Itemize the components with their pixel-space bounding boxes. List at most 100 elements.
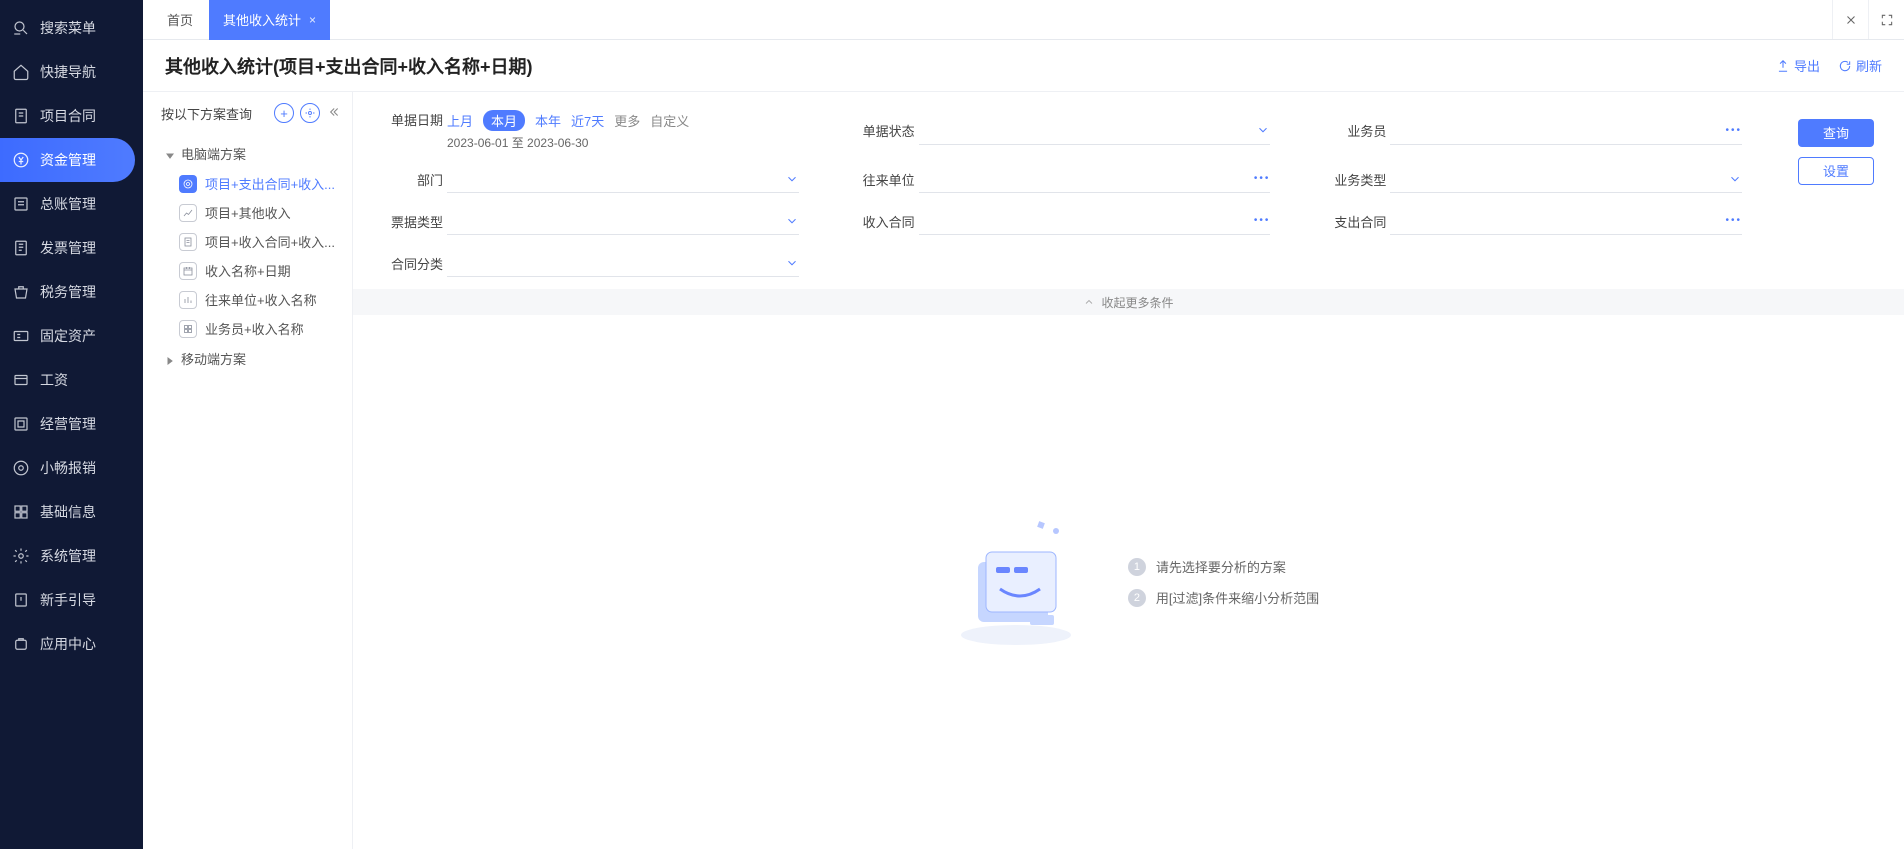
scheme-leaf-label: 收入名称+日期 bbox=[205, 261, 291, 280]
field-label: 业务类型 bbox=[1326, 170, 1386, 189]
date-preset-more[interactable]: 更多 bbox=[614, 111, 640, 130]
scheme-tree: 电脑端方案 项目+支出合同+收入... 项目+其他收入 项目+收入合同+收入..… bbox=[143, 134, 352, 378]
scheme-group-desktop[interactable]: 电脑端方案 bbox=[143, 138, 352, 169]
query-button[interactable]: 查询 bbox=[1798, 119, 1874, 147]
scheme-leaf[interactable]: 收入名称+日期 bbox=[143, 256, 352, 285]
sidebar: 搜索菜单 快捷导航 项目合同 资金管理 总账管理 发票管理 税务管理 固定资产 bbox=[0, 0, 143, 849]
sidebar-label: 经营管理 bbox=[40, 414, 96, 434]
field-expense-contract: 支出合同 bbox=[1326, 207, 1742, 235]
scheme-leaf[interactable]: 业务员+收入名称 bbox=[143, 314, 352, 343]
refresh-button[interactable]: 刷新 bbox=[1838, 56, 1882, 75]
refresh-icon bbox=[1838, 59, 1852, 73]
expense-contract-picker[interactable] bbox=[1390, 207, 1742, 235]
sidebar-item-search[interactable]: 搜索菜单 bbox=[0, 6, 143, 50]
search-icon bbox=[12, 19, 30, 37]
page-title: 其他收入统计(项目+支出合同+收入名称+日期) bbox=[165, 53, 533, 79]
manage-icon bbox=[12, 415, 30, 433]
scheme-group-label: 电脑端方案 bbox=[181, 144, 246, 163]
scheme-leaf-label: 项目+其他收入 bbox=[205, 203, 291, 222]
tab-label: 首页 bbox=[167, 10, 193, 29]
tax-icon bbox=[12, 283, 30, 301]
base-icon bbox=[12, 503, 30, 521]
sidebar-label: 固定资产 bbox=[40, 326, 96, 346]
scheme-panel: 按以下方案查询 + 电脑端方案 项目+支出合同+收入... bbox=[143, 92, 353, 849]
sidebar-item-expense[interactable]: 小畅报销 bbox=[0, 446, 143, 490]
sidebar-item-invoice[interactable]: 发票管理 bbox=[0, 226, 143, 270]
field-contract-type: 合同分类 bbox=[383, 249, 799, 277]
salesman-picker[interactable] bbox=[1390, 117, 1742, 145]
sidebar-item-ledger[interactable]: 总账管理 bbox=[0, 182, 143, 226]
date-preset[interactable]: 上月 bbox=[447, 111, 473, 130]
field-label: 业务员 bbox=[1326, 121, 1386, 140]
export-button[interactable]: 导出 bbox=[1776, 56, 1820, 75]
tab-home[interactable]: 首页 bbox=[153, 0, 207, 40]
target-icon bbox=[179, 175, 197, 193]
income-contract-picker[interactable] bbox=[919, 207, 1271, 235]
sidebar-item-manage[interactable]: 经营管理 bbox=[0, 402, 143, 446]
date-preset[interactable]: 近7天 bbox=[571, 111, 604, 130]
date-range-text: 2023-06-01 至 2023-06-30 bbox=[447, 134, 799, 151]
field-biztype: 业务类型 bbox=[1326, 165, 1742, 193]
dept-select[interactable] bbox=[447, 165, 799, 193]
sidebar-item-apps[interactable]: 应用中心 bbox=[0, 622, 143, 666]
sidebar-item-tax[interactable]: 税务管理 bbox=[0, 270, 143, 314]
scheme-leaf[interactable]: 项目+其他收入 bbox=[143, 198, 352, 227]
sidebar-label: 快捷导航 bbox=[40, 62, 96, 82]
ticket-type-select[interactable] bbox=[447, 207, 799, 235]
field-income-contract: 收入合同 bbox=[855, 207, 1271, 235]
sidebar-label: 项目合同 bbox=[40, 106, 96, 126]
field-partner: 往来单位 bbox=[855, 165, 1271, 193]
sidebar-item-asset[interactable]: 固定资产 bbox=[0, 314, 143, 358]
sidebar-item-salary[interactable]: 工资 bbox=[0, 358, 143, 402]
scheme-leaf-label: 往来单位+收入名称 bbox=[205, 290, 317, 309]
sidebar-item-funds[interactable]: 资金管理 bbox=[0, 138, 135, 182]
settings-button[interactable]: 设置 bbox=[1798, 157, 1874, 185]
field-label: 票据类型 bbox=[383, 212, 443, 231]
add-scheme-button[interactable]: + bbox=[274, 103, 294, 123]
date-preset[interactable]: 本年 bbox=[535, 111, 561, 130]
partner-picker[interactable] bbox=[919, 165, 1271, 193]
bill-status-select[interactable] bbox=[919, 117, 1271, 145]
sidebar-item-guide[interactable]: 新手引导 bbox=[0, 578, 143, 622]
sidebar-item-quicknav[interactable]: 快捷导航 bbox=[0, 50, 143, 94]
biztype-select[interactable] bbox=[1390, 165, 1742, 193]
empty-step-1: 请先选择要分析的方案 bbox=[1156, 557, 1286, 576]
refresh-label: 刷新 bbox=[1856, 56, 1882, 75]
fullscreen-button[interactable] bbox=[1868, 0, 1904, 39]
chevron-down-icon bbox=[785, 214, 799, 228]
sidebar-item-system[interactable]: 系统管理 bbox=[0, 534, 143, 578]
sidebar-label: 税务管理 bbox=[40, 282, 96, 302]
sidebar-label: 资金管理 bbox=[40, 150, 96, 170]
contract-type-select[interactable] bbox=[447, 249, 799, 277]
sidebar-label: 基础信息 bbox=[40, 502, 96, 522]
sidebar-label: 总账管理 bbox=[40, 194, 96, 214]
tab-label: 其他收入统计 bbox=[223, 10, 301, 29]
scheme-leaf-label: 项目+支出合同+收入... bbox=[205, 174, 335, 193]
field-salesman: 业务员 bbox=[1326, 117, 1742, 145]
scheme-group-mobile[interactable]: 移动端方案 bbox=[143, 343, 352, 374]
step-number: 2 bbox=[1128, 589, 1146, 607]
field-label: 部门 bbox=[383, 170, 443, 189]
close-all-button[interactable] bbox=[1832, 0, 1868, 39]
scheme-settings-button[interactable] bbox=[300, 103, 320, 123]
scheme-leaf[interactable]: 项目+支出合同+收入... bbox=[143, 169, 352, 198]
collapse-filters-button[interactable]: 收起更多条件 bbox=[353, 289, 1904, 315]
sidebar-item-base[interactable]: 基础信息 bbox=[0, 490, 143, 534]
bars-icon bbox=[179, 291, 197, 309]
chevron-down-icon bbox=[785, 172, 799, 186]
calendar-icon bbox=[179, 262, 197, 280]
tab-other-income-stats[interactable]: 其他收入统计 × bbox=[209, 0, 330, 40]
scheme-leaf[interactable]: 往来单位+收入名称 bbox=[143, 285, 352, 314]
salary-icon bbox=[12, 371, 30, 389]
collapse-panel-button[interactable] bbox=[326, 105, 340, 122]
export-icon bbox=[1776, 59, 1790, 73]
collapse-label: 收起更多条件 bbox=[1101, 294, 1173, 311]
sidebar-item-contract[interactable]: 项目合同 bbox=[0, 94, 143, 138]
tab-bar: 首页 其他收入统计 × bbox=[143, 0, 1904, 40]
date-preset-selected[interactable]: 本月 bbox=[483, 110, 525, 131]
chevron-down-icon bbox=[785, 256, 799, 270]
close-icon[interactable]: × bbox=[309, 14, 316, 26]
date-preset-custom[interactable]: 自定义 bbox=[650, 111, 689, 130]
export-label: 导出 bbox=[1794, 56, 1820, 75]
scheme-leaf[interactable]: 项目+收入合同+收入... bbox=[143, 227, 352, 256]
